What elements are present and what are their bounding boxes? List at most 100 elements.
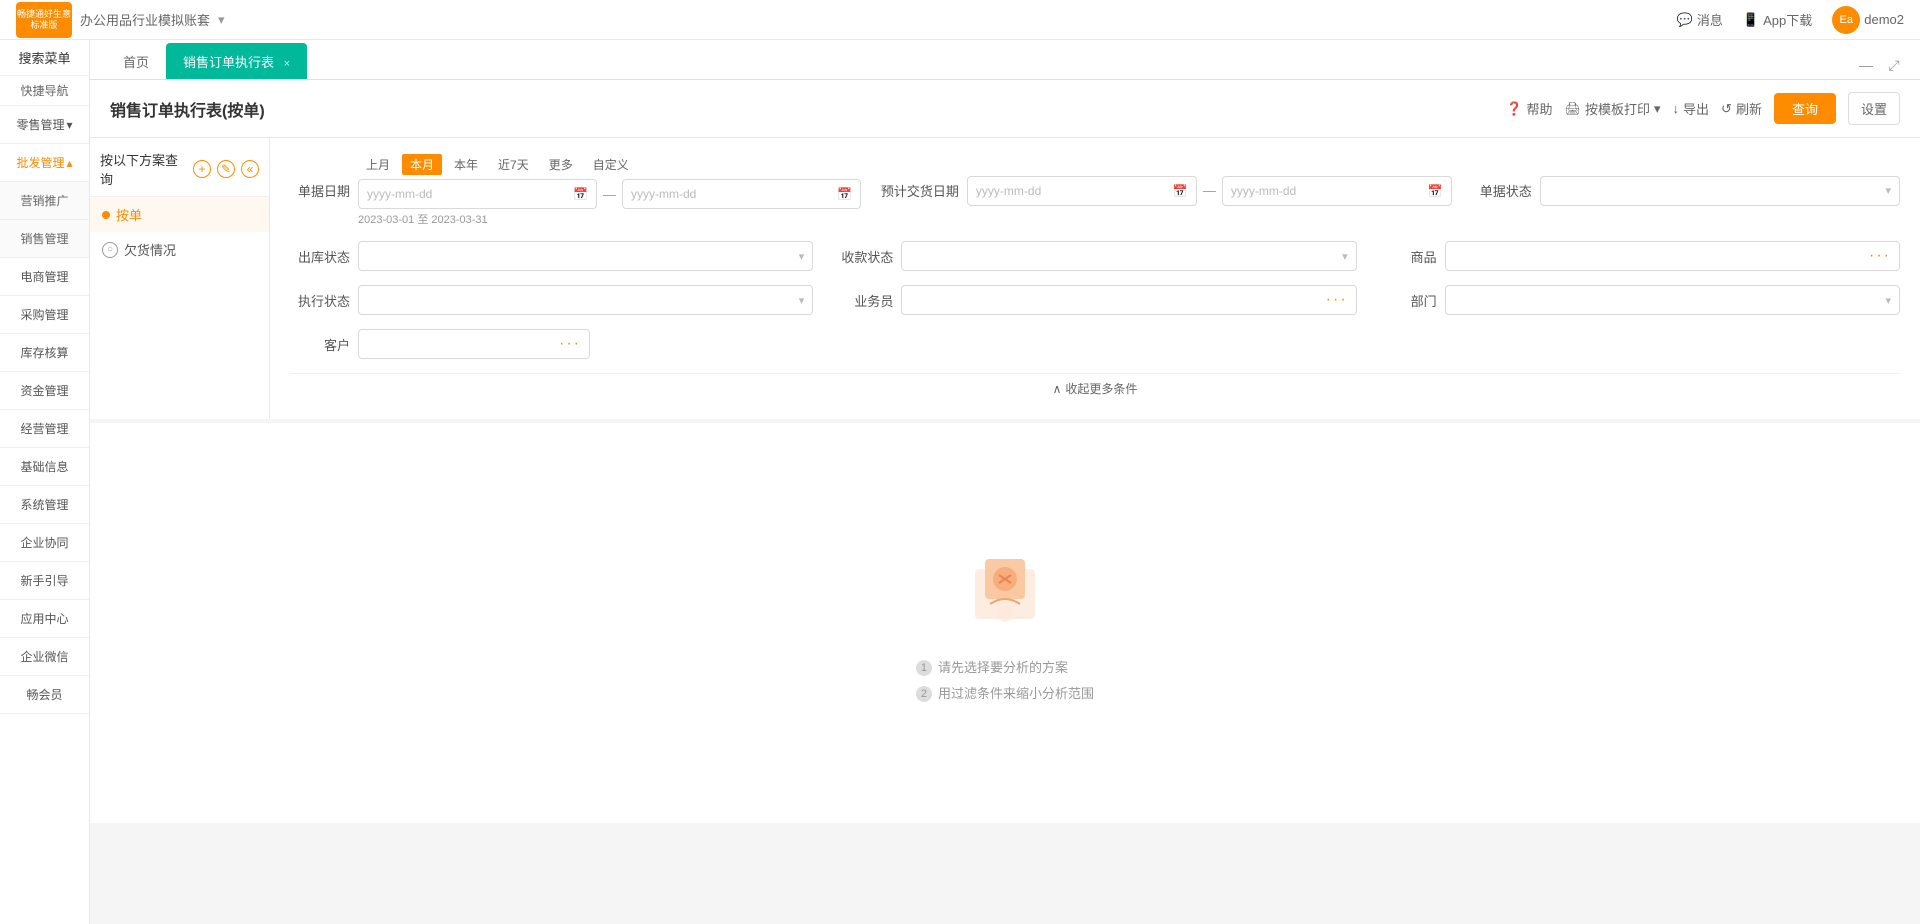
sidebar-item-operation[interactable]: 经营管理 <box>0 410 89 448</box>
collapse-label: 收起更多条件 <box>1065 380 1137 397</box>
filter-row-date: 单据日期 上月 本月 本年 近7天 更多 自定义 <box>290 154 1900 227</box>
sidebar-item-guide[interactable]: 新手引导 <box>0 562 89 600</box>
sidebar-item-system[interactable]: 系统管理 <box>0 486 89 524</box>
sidebar-item-wholesale[interactable]: 批发管理 ▴ <box>0 144 89 182</box>
sidebar-item-appstore[interactable]: 应用中心 <box>0 600 89 638</box>
tab-sales-order[interactable]: 销售订单执行表 × <box>166 43 307 79</box>
help-button[interactable]: ❓ 帮助 <box>1506 99 1552 118</box>
left-panel-title: 按以下方案查询 <box>100 150 187 188</box>
main: 首页 销售订单执行表 × — ⤢ 销售订单执行表(按单) ❓ 帮助 <box>90 40 1920 924</box>
tab-close-icon[interactable]: × <box>284 58 290 70</box>
period-btn-last-month[interactable]: 上月 <box>358 154 398 175</box>
user-menu[interactable]: Ea demo2 <box>1832 6 1904 34</box>
goods-input[interactable]: ··· <box>1445 241 1900 271</box>
message-icon: 💬 <box>1677 12 1693 28</box>
topbar-title: 办公用品行业模拟账套 <box>80 10 210 29</box>
topbar-dropdown-icon[interactable]: ▾ <box>218 12 225 28</box>
delivery-status-select[interactable]: ▾ <box>358 241 813 271</box>
expected-date-from-input[interactable]: yyyy-mm-dd 📅 <box>967 176 1197 206</box>
period-btn-more[interactable]: 更多 <box>541 154 581 175</box>
sidebar-item-basic[interactable]: 基础信息 <box>0 448 89 486</box>
tab-minimize-button[interactable]: — <box>1856 55 1876 75</box>
left-panel-edit-button[interactable]: ✎ <box>217 160 235 178</box>
expected-to-placeholder: yyyy-mm-dd <box>1231 184 1296 198</box>
user-name: demo2 <box>1864 12 1904 27</box>
sidebar-search-label: 搜索菜单 <box>18 51 70 66</box>
salesperson-input[interactable]: ··· <box>901 285 1356 315</box>
sidebar-item-sales[interactable]: 销售管理 <box>0 220 89 258</box>
message-button[interactable]: 💬 消息 <box>1677 10 1723 29</box>
layout: 搜索菜单 快捷导航 零售管理 ▾ 批发管理 ▴ 营销推广 销售管理 电商管理 采… <box>0 40 1920 924</box>
message-label: 消息 <box>1697 10 1723 29</box>
sidebar-item-finance[interactable]: 资金管理 <box>0 372 89 410</box>
active-dot-icon <box>102 211 110 219</box>
print-button[interactable]: 🖨 按模板打印 ▾ <box>1564 99 1660 118</box>
search-button[interactable]: 查询 <box>1774 93 1836 124</box>
customer-more-icon[interactable]: ··· <box>559 335 581 353</box>
logo-text: 畅捷通好生意 <box>17 9 71 20</box>
chevron-down-icon: ▾ <box>66 118 72 132</box>
help-icon: ❓ <box>1506 101 1522 117</box>
order-status-label: 单据状态 <box>1472 181 1532 200</box>
circle-icon: ○ <box>102 242 118 258</box>
period-btn-7days[interactable]: 近7天 <box>490 154 537 175</box>
tip-num-2: 2 <box>916 686 932 702</box>
left-panel-item-by-order[interactable]: 按单 <box>90 197 269 232</box>
refresh-button[interactable]: ↺ 刷新 <box>1721 99 1762 118</box>
calendar-to-icon: 📅 <box>837 187 852 201</box>
sidebar-item-purchase[interactable]: 采购管理 <box>0 296 89 334</box>
sidebar-item-wechat[interactable]: 企业微信 <box>0 638 89 676</box>
logo: 畅捷通好生意 标准版 <box>16 2 72 38</box>
app-label: App下载 <box>1763 10 1812 29</box>
sidebar-nav-label[interactable]: 快捷导航 <box>0 76 89 106</box>
period-btn-current-month[interactable]: 本月 <box>402 154 442 175</box>
expected-date-to-input[interactable]: yyyy-mm-dd 📅 <box>1222 176 1452 206</box>
period-btn-current-year[interactable]: 本年 <box>446 154 486 175</box>
sidebar-item-enterprise[interactable]: 企业协同 <box>0 524 89 562</box>
left-panel-add-button[interactable]: + <box>193 160 211 178</box>
sidebar-item-label-purchase: 采购管理 <box>20 308 68 322</box>
date-picker-wrapper: 上月 本月 本年 近7天 更多 自定义 yyyy-mm-dd <box>358 154 861 227</box>
expected-date-separator: — <box>1203 183 1216 198</box>
payment-status-select[interactable]: ▾ <box>901 241 1356 271</box>
sidebar-item-retail[interactable]: 零售管理 ▾ <box>0 106 89 144</box>
app-download-button[interactable]: 📱 App下载 <box>1743 10 1812 29</box>
collapse-button[interactable]: ∧ 收起更多条件 <box>1053 380 1138 397</box>
left-panel-item-shortage[interactable]: ○ 欠货情况 <box>90 232 269 267</box>
sidebar-item-inventory[interactable]: 库存核算 <box>0 334 89 372</box>
goods-more-icon[interactable]: ··· <box>1869 247 1891 265</box>
chevron-up-icon: ▴ <box>66 156 72 170</box>
period-btn-custom[interactable]: 自定义 <box>585 154 637 175</box>
export-button[interactable]: ↓ 导出 <box>1673 99 1710 118</box>
settings-button[interactable]: 设置 <box>1848 92 1900 125</box>
page-actions: ❓ 帮助 🖨 按模板打印 ▾ ↓ 导出 ↺ 刷新 <box>1506 92 1900 125</box>
expected-date-range: yyyy-mm-dd 📅 — yyyy-mm-dd 📅 <box>967 176 1452 206</box>
expected-date-label: 预计交货日期 <box>881 181 959 200</box>
order-status-arrow: ▾ <box>1885 184 1891 197</box>
left-panel-collapse-button[interactable]: « <box>241 160 259 178</box>
dept-arrow: ▾ <box>1885 294 1891 307</box>
filter-item-goods: 商品 ··· <box>1377 241 1900 271</box>
date-to-input[interactable]: yyyy-mm-dd 📅 <box>622 179 861 209</box>
order-status-select[interactable]: ▾ <box>1540 176 1900 206</box>
sidebar-item-marketing[interactable]: 营销推广 <box>0 182 89 220</box>
topbar-right: 💬 消息 📱 App下载 Ea demo2 <box>1677 6 1904 34</box>
tabs-bar: 首页 销售订单执行表 × — ⤢ <box>90 40 1920 80</box>
sidebar-item-ecommerce[interactable]: 电商管理 <box>0 258 89 296</box>
sidebar-item-label-finance: 资金管理 <box>20 384 68 398</box>
salesperson-more-icon[interactable]: ··· <box>1326 291 1348 309</box>
tab-home[interactable]: 首页 <box>106 43 166 79</box>
filter-item-order-status: 单据状态 ▾ <box>1472 176 1900 206</box>
filter-row-2: 出库状态 ▾ 收款状态 ▾ <box>290 241 1900 271</box>
date-from-input[interactable]: yyyy-mm-dd 📅 <box>358 179 597 209</box>
payment-status-label: 收款状态 <box>833 247 893 266</box>
dept-select[interactable]: ▾ <box>1445 285 1900 315</box>
sidebar-item-label-marketing: 营销推广 <box>20 194 68 208</box>
sidebar-search[interactable]: 搜索菜单 <box>0 40 89 76</box>
customer-input[interactable]: ··· <box>358 329 590 359</box>
exec-status-select[interactable]: ▾ <box>358 285 813 315</box>
filter-item-exec-status: 执行状态 ▾ <box>290 285 813 315</box>
sidebar-item-member[interactable]: 畅会员 <box>0 676 89 714</box>
date-period-buttons: 上月 本月 本年 近7天 更多 自定义 <box>358 154 861 175</box>
tab-maximize-button[interactable]: ⤢ <box>1884 55 1904 75</box>
